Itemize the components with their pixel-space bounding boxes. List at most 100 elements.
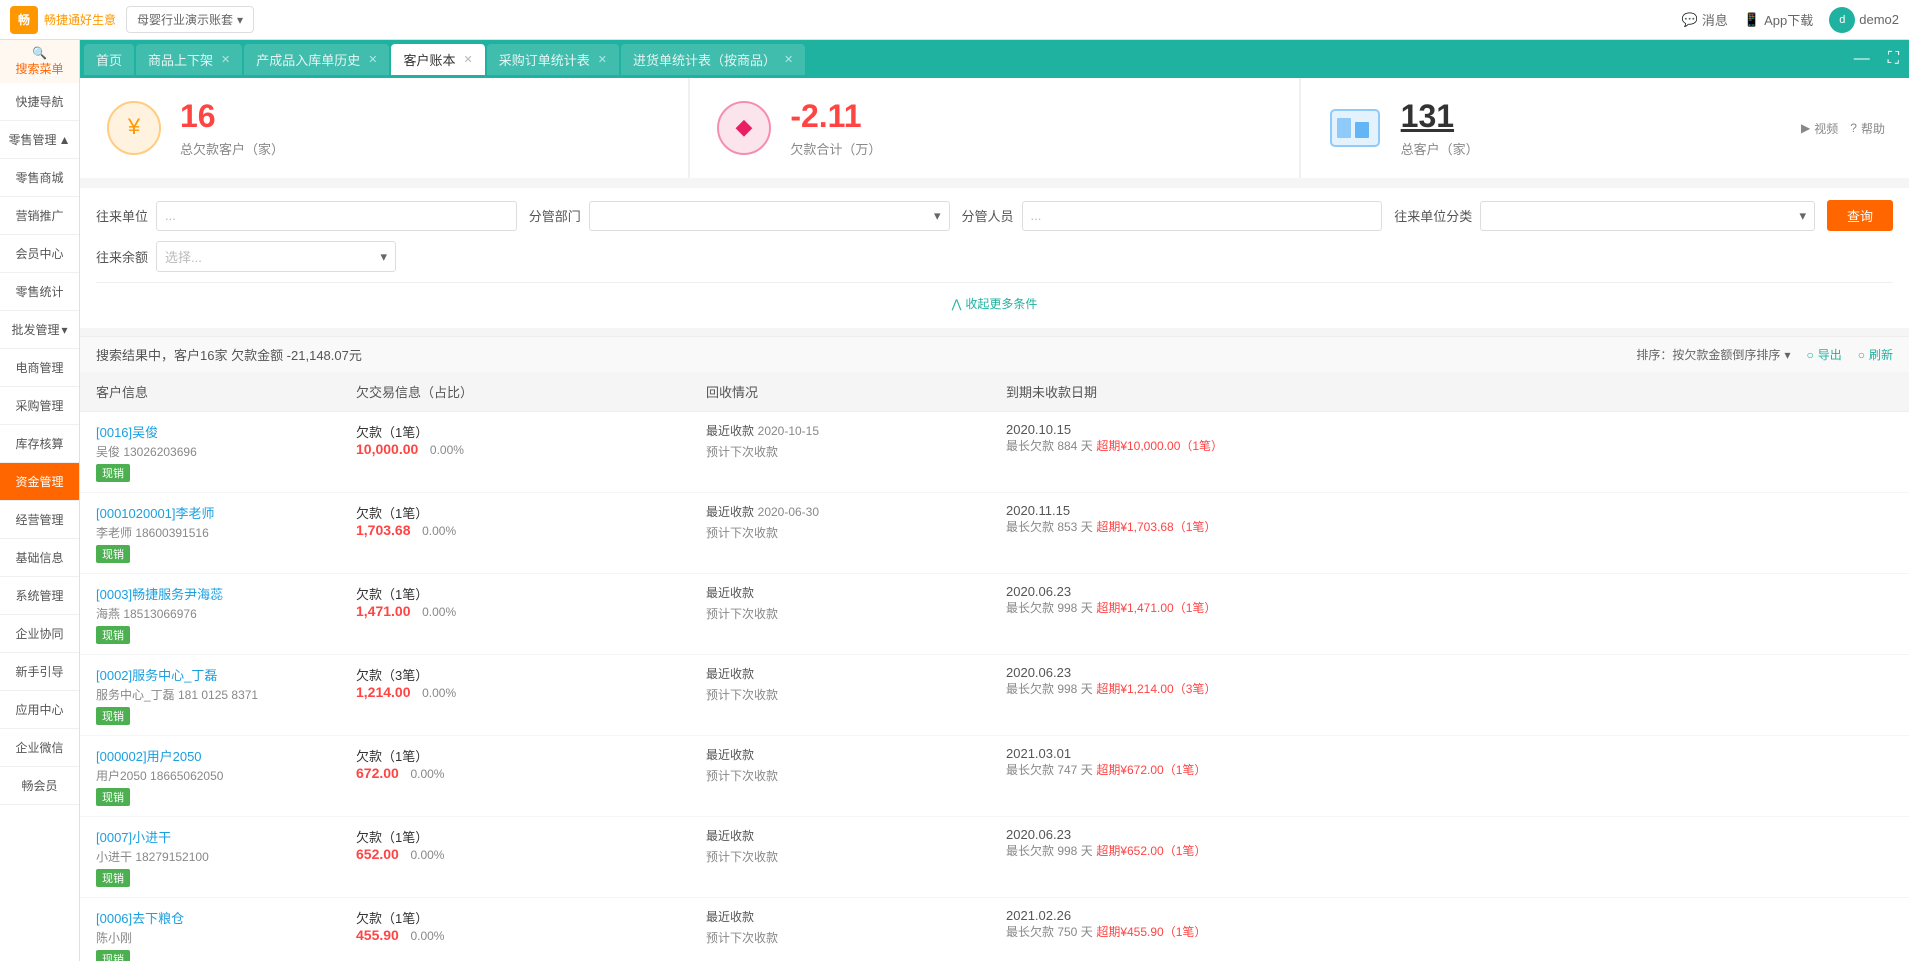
- customer-name-link[interactable]: [0002]服务中心_丁磊: [96, 665, 324, 684]
- sidebar-item-basic-info[interactable]: 基础信息: [0, 539, 79, 577]
- sort-select[interactable]: 排序：按欠款金额倒序排序 ▾: [1636, 346, 1790, 363]
- debt-amount[interactable]: 652.00: [356, 846, 399, 862]
- sidebar-item-retail-stats[interactable]: 零售统计: [0, 273, 79, 311]
- sidebar-item-marketing[interactable]: 营销推广: [0, 197, 79, 235]
- debt-info-cell: 欠款（1笔） 10,000.00 0.00%: [340, 412, 690, 493]
- filter-row-2: 往来余额 选择... ▾: [96, 241, 1893, 272]
- customer-tag: 现销: [96, 950, 130, 961]
- customer-name-link[interactable]: [0003]畅捷服务尹海蕊: [96, 584, 324, 603]
- customer-name-link[interactable]: [0001020001]李老师: [96, 503, 324, 522]
- sidebar-item-enterprise-collab[interactable]: 企业协同: [0, 615, 79, 653]
- debt-info-cell: 欠款（1笔） 652.00 0.00%: [340, 817, 690, 898]
- filter-input-person[interactable]: ...: [1022, 201, 1383, 231]
- overdue-amount-link[interactable]: 超期¥455.90（1笔）: [1096, 925, 1206, 939]
- collapse-button[interactable]: ⋀ 收起更多条件: [96, 291, 1893, 316]
- debt-amount[interactable]: 1,214.00: [356, 684, 411, 700]
- stat-card-actions: ▶ 视频 ? 帮助: [1801, 120, 1885, 137]
- customers-number: 131: [1401, 98, 1479, 135]
- dept-dropdown-arrow: ▾: [934, 208, 941, 224]
- sidebar-item-operation-mgmt[interactable]: 经营管理: [0, 501, 79, 539]
- overdue-amount-link[interactable]: 超期¥10,000.00（1笔）: [1096, 439, 1223, 453]
- overdue-date: 2020.06.23: [1006, 665, 1893, 680]
- debt-amount[interactable]: 1,471.00: [356, 603, 411, 619]
- tab-product-listing[interactable]: 商品上下架 ✕: [136, 44, 242, 75]
- tab-customer-ledger[interactable]: 客户账本 ✕: [391, 44, 484, 75]
- customer-name-link[interactable]: [0016]吴俊: [96, 422, 324, 441]
- filter-select-category[interactable]: ▾: [1480, 201, 1815, 231]
- tab-bar-maximize[interactable]: ⛶: [1882, 48, 1905, 70]
- col-debt-info: 欠交易信息（占比）: [340, 372, 690, 412]
- sidebar-item-quick-nav[interactable]: 快捷导航: [0, 83, 79, 121]
- sidebar-item-member[interactable]: 会员中心: [0, 235, 79, 273]
- sidebar-item-retail-mgmt[interactable]: 零售管理 ▲: [0, 121, 79, 159]
- sidebar-item-ecom-mgmt[interactable]: 电商管理: [0, 349, 79, 387]
- tab-product-history-close[interactable]: ✕: [368, 53, 377, 66]
- help-action[interactable]: ? 帮助: [1850, 120, 1885, 137]
- sidebar-item-system-mgmt[interactable]: 系统管理: [0, 577, 79, 615]
- filter-select-dept[interactable]: ▾: [589, 201, 950, 231]
- sidebar-search[interactable]: 🔍 搜索菜单: [0, 40, 79, 83]
- customer-phone: 服务中心_丁磊 181 0125 8371: [96, 686, 324, 703]
- next-collection: 预计下次收款: [706, 605, 974, 622]
- overdue-days: 最长欠款 750 天: [1006, 925, 1093, 939]
- tab-home[interactable]: 首页: [84, 44, 134, 75]
- export-button[interactable]: ○ 导出: [1806, 346, 1841, 363]
- tab-customer-ledger-close[interactable]: ✕: [464, 53, 473, 66]
- sidebar-item-wholesale-mgmt[interactable]: 批发管理 ▾: [0, 311, 79, 349]
- tab-product-history[interactable]: 产成品入库单历史 ✕: [244, 44, 389, 75]
- overdue-amount-link[interactable]: 超期¥1,471.00（1笔）: [1096, 601, 1216, 615]
- store-selector[interactable]: 母婴行业演示账套 ▾: [126, 6, 254, 33]
- customer-name-link[interactable]: [0007]小进干: [96, 827, 324, 846]
- customer-info-cell: [0003]畅捷服务尹海蕊 海燕 18513066976 现销: [80, 574, 340, 655]
- tab-inbound-stats[interactable]: 进货单统计表（按商品） ✕: [621, 44, 805, 75]
- message-btn[interactable]: 💬 消息: [1682, 10, 1728, 29]
- overdue-amount-link[interactable]: 超期¥672.00（1笔）: [1096, 763, 1206, 777]
- query-button[interactable]: 查询: [1827, 200, 1893, 231]
- collection-cell: 最近收款 预计下次收款: [690, 655, 990, 736]
- refresh-button[interactable]: ○ 刷新: [1858, 346, 1893, 363]
- refresh-icon: ○: [1858, 348, 1865, 362]
- app-download-btn[interactable]: 📱 App下载: [1744, 10, 1813, 29]
- tab-bar-minimize[interactable]: —: [1848, 48, 1876, 70]
- overdue-amount-link[interactable]: 超期¥1,214.00（3笔）: [1096, 682, 1216, 696]
- tab-purchase-order-close[interactable]: ✕: [598, 53, 607, 66]
- sidebar-item-purchase-mgmt[interactable]: 采购管理: [0, 387, 79, 425]
- filter-input-unit[interactable]: ...: [156, 201, 517, 231]
- customer-info-cell: [000002]用户2050 用户2050 18665062050 现销: [80, 736, 340, 817]
- sidebar-item-finance-mgmt[interactable]: 资金管理: [0, 463, 79, 501]
- customer-tag: 现销: [96, 788, 130, 806]
- filter-row-1: 往来单位 ... 分管部门 ▾: [96, 200, 1893, 231]
- customer-name-link[interactable]: [000002]用户2050: [96, 746, 324, 765]
- sidebar-item-inventory[interactable]: 库存核算: [0, 425, 79, 463]
- sort-label: 排序：按欠款金额倒序排序: [1636, 346, 1780, 363]
- sidebar-item-member-plus[interactable]: 畅会员: [0, 767, 79, 805]
- sidebar-item-app-center[interactable]: 应用中心: [0, 691, 79, 729]
- download-icon: 📱: [1744, 12, 1760, 28]
- sidebar-item-retail-mall[interactable]: 零售商城: [0, 159, 79, 197]
- latest-collection-label: 最近收款: [706, 829, 754, 843]
- table-row: [0003]畅捷服务尹海蕊 海燕 18513066976 现销 欠款（1笔） 1…: [80, 574, 1909, 655]
- debt-amount[interactable]: 455.90: [356, 927, 399, 943]
- customer-name-link[interactable]: [0006]去下粮仓: [96, 908, 324, 927]
- tab-home-label: 首页: [96, 50, 122, 69]
- tab-purchase-order[interactable]: 采购订单统计表 ✕: [487, 44, 619, 75]
- sidebar-item-beginner-guide[interactable]: 新手引导: [0, 653, 79, 691]
- tab-inbound-stats-close[interactable]: ✕: [784, 53, 793, 66]
- debt-amount[interactable]: 672.00: [356, 765, 399, 781]
- sidebar-item-enterprise-wechat[interactable]: 企业微信: [0, 729, 79, 767]
- collection-cell: 最近收款 2020-10-15 预计下次收款: [690, 412, 990, 493]
- debt-ratio: 0.00%: [410, 929, 444, 943]
- filter-label-unit: 往来单位: [96, 206, 148, 225]
- filter-select-balance[interactable]: 选择... ▾: [156, 241, 396, 272]
- user-avatar[interactable]: d demo2: [1829, 7, 1899, 33]
- table-row: [0002]服务中心_丁磊 服务中心_丁磊 181 0125 8371 现销 欠…: [80, 655, 1909, 736]
- debt-amount[interactable]: 10,000.00: [356, 441, 418, 457]
- debt-amount[interactable]: 1,703.68: [356, 522, 411, 538]
- tab-product-listing-close[interactable]: ✕: [221, 53, 230, 66]
- video-action[interactable]: ▶ 视频: [1801, 120, 1838, 137]
- stat-card-debt: ◆ -2.11 欠款合计（万）: [689, 78, 1299, 178]
- overdue-amount-link[interactable]: 超期¥652.00（1笔）: [1096, 844, 1206, 858]
- app-logo: 畅: [10, 6, 38, 34]
- overdue-amount-link[interactable]: 超期¥1,703.68（1笔）: [1096, 520, 1216, 534]
- help-icon: ?: [1850, 121, 1857, 135]
